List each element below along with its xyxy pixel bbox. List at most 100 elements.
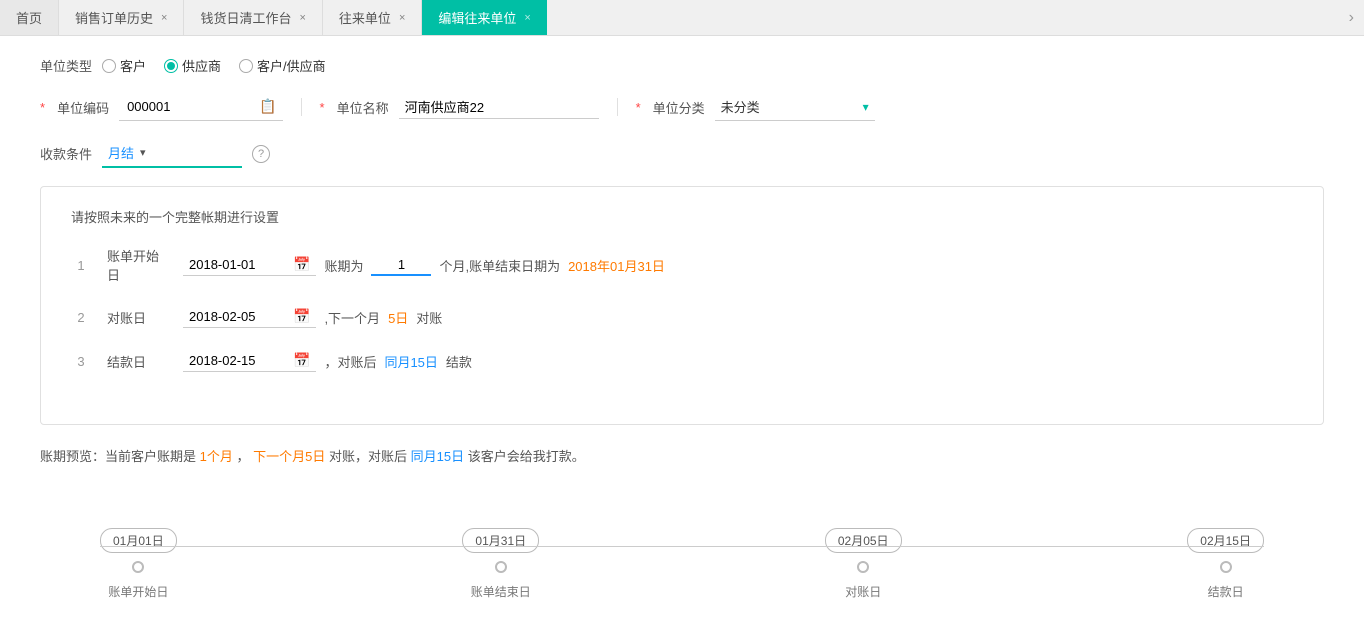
radio-both[interactable]: 客户/供应商 — [239, 56, 326, 75]
payment-suffix-post: 结款 — [446, 352, 472, 371]
tab-cash-work-label: 钱货日清工作台 — [200, 8, 291, 27]
reconcile-date-calendar-icon[interactable]: 📅 — [293, 308, 310, 325]
timeline-label-2: 01月31日 — [462, 528, 539, 553]
tab-home-label: 首页 — [16, 8, 42, 27]
reconcile-day-highlight: 5日 — [388, 308, 408, 327]
radio-both-label: 客户/供应商 — [257, 56, 326, 75]
period-end-date: 2018年01月31日 — [568, 256, 665, 275]
settings-box: 请按照未来的一个完整帐期进行设置 1 账单开始日 📅 账期为 个月,账单结束日期… — [40, 186, 1324, 425]
unit-category-label: 单位分类 — [653, 98, 705, 117]
timeline-point-2: 01月31日 账单结束日 — [462, 528, 539, 600]
row-label-2: 对账日 — [107, 308, 167, 327]
unit-code-required: * — [40, 100, 45, 115]
preview-section: 账期预览：当前客户账期是 1个月 ， 下一个月5日 对账，对账后 同月15日 该… — [40, 445, 1324, 468]
unit-category-value: 未分类 — [721, 97, 855, 116]
radio-customer[interactable]: 客户 — [102, 56, 146, 75]
timeline-sublabel-3: 对账日 — [845, 583, 881, 600]
radio-both-circle — [239, 59, 253, 73]
row-num-2: 2 — [71, 310, 91, 325]
payment-suffix-pre: ，对账后 — [324, 352, 376, 371]
reconcile-date-input[interactable] — [189, 309, 289, 324]
payment-date-input[interactable] — [189, 353, 289, 368]
preview-part1: 1个月 — [200, 449, 233, 464]
timeline-point-4: 02月15日 结款日 — [1187, 528, 1264, 600]
unit-cat-required: * — [636, 100, 641, 115]
divider1 — [301, 98, 302, 116]
timeline-point-3: 02月05日 对账日 — [825, 528, 902, 600]
unit-code-input-wrapper: 📋 — [119, 93, 282, 121]
payment-date-calendar-icon[interactable]: 📅 — [293, 352, 310, 369]
tab-home[interactable]: 首页 — [0, 0, 59, 35]
tab-sales-history[interactable]: 销售订单历史 × — [59, 0, 184, 35]
timeline-label-3: 02月05日 — [825, 528, 902, 553]
payment-arrow-icon: ▾ — [140, 146, 146, 159]
tab-partner-unit[interactable]: 往来单位 × — [323, 0, 422, 35]
unit-type-radio-group: 客户 供应商 客户/供应商 — [102, 56, 326, 75]
period-suffix-label: 账期为 — [324, 256, 363, 275]
timeline-point-1: 01月01日 账单开始日 — [100, 528, 177, 600]
tab-cash-work[interactable]: 钱货日清工作台 × — [184, 0, 322, 35]
reconcile-suffix-pre: ,下一个月 — [324, 308, 380, 327]
setting-row-1: 1 账单开始日 📅 账期为 个月,账单结束日期为 2018年01月31日 — [71, 246, 1293, 284]
tab-sales-history-close[interactable]: × — [161, 12, 167, 24]
row-num-1: 1 — [71, 258, 91, 273]
payment-label: 收款条件 — [40, 144, 92, 163]
row-content-1: 📅 账期为 个月,账单结束日期为 2018年01月31日 — [183, 254, 1293, 276]
period-month-label: 个月,账单结束日期为 — [439, 256, 560, 275]
tab-cash-work-close[interactable]: × — [299, 12, 305, 24]
row-content-3: 📅 ，对账后 同月15日 结款 — [183, 350, 1293, 372]
reconcile-suffix-post: 对账 — [416, 308, 442, 327]
preview-part2: 下一个月5日 — [253, 449, 325, 464]
unit-name-label: 单位名称 — [337, 98, 389, 117]
radio-supplier-label: 供应商 — [182, 56, 221, 75]
payment-row: 收款条件 月结 ▾ ? — [40, 139, 1324, 168]
timeline-dot-3 — [857, 561, 869, 573]
timeline-sublabel-1: 账单开始日 — [108, 583, 168, 600]
setting-row-2: 2 对账日 📅 ,下一个月 5日 对账 — [71, 306, 1293, 328]
reconcile-date-wrapper: 📅 — [183, 306, 316, 328]
payment-select[interactable]: 月结 ▾ — [102, 139, 242, 168]
timeline-points: 01月01日 账单开始日 01月31日 账单结束日 02月05日 对账日 — [100, 528, 1264, 600]
timeline-label-4: 02月15日 — [1187, 528, 1264, 553]
preview-sep1: ， — [237, 449, 250, 464]
unit-type-row: 单位类型 客户 供应商 客户/供应商 — [40, 56, 1324, 75]
start-date-input-wrapper: 📅 — [183, 254, 316, 276]
tabs-scroll-right[interactable]: › — [1339, 0, 1364, 35]
tab-bar: 首页 销售订单历史 × 钱货日清工作台 × 往来单位 × 编辑往来单位 × › — [0, 0, 1364, 36]
period-input[interactable] — [371, 255, 431, 276]
unit-name-required: * — [320, 100, 325, 115]
unit-code-label: 单位编码 — [57, 98, 109, 117]
divider2 — [617, 98, 618, 116]
payment-help-icon[interactable]: ? — [252, 145, 270, 163]
unit-info-row: * 单位编码 📋 * 单位名称 * 单位分类 未分类 ▾ — [40, 93, 1324, 121]
timeline-line — [100, 546, 1264, 547]
tab-edit-partner-close[interactable]: × — [524, 12, 530, 24]
radio-supplier[interactable]: 供应商 — [164, 56, 221, 75]
start-date-calendar-icon[interactable]: 📅 — [293, 256, 310, 273]
unit-name-input[interactable] — [399, 95, 599, 119]
tab-edit-partner-label: 编辑往来单位 — [438, 8, 516, 27]
main-content: 单位类型 客户 供应商 客户/供应商 * 单位编码 📋 * 单位名称 — [0, 36, 1364, 640]
timeline-dot-4 — [1220, 561, 1232, 573]
start-date-input[interactable] — [189, 257, 289, 272]
tab-sales-history-label: 销售订单历史 — [75, 8, 153, 27]
unit-type-label: 单位类型 — [40, 56, 92, 75]
payment-day-highlight: 同月15日 — [384, 352, 437, 371]
payment-value: 月结 — [108, 143, 134, 162]
row-label-1: 账单开始日 — [107, 246, 167, 284]
unit-category-select[interactable]: 未分类 ▾ — [715, 93, 875, 121]
timeline-dot-1 — [132, 561, 144, 573]
unit-code-input[interactable] — [125, 95, 255, 118]
row-content-2: 📅 ,下一个月 5日 对账 — [183, 306, 1293, 328]
tab-partner-unit-label: 往来单位 — [339, 8, 391, 27]
tab-edit-partner[interactable]: 编辑往来单位 × — [422, 0, 546, 35]
timeline-dot-2 — [495, 561, 507, 573]
settings-title: 请按照未来的一个完整帐期进行设置 — [71, 207, 1293, 226]
setting-row-3: 3 结款日 📅 ，对账后 同月15日 结款 — [71, 350, 1293, 372]
unit-code-icon[interactable]: 📋 — [259, 98, 276, 115]
preview-sep2: 对账，对账后 — [329, 449, 407, 464]
tab-partner-unit-close[interactable]: × — [399, 12, 405, 24]
timeline-sublabel-4: 结款日 — [1208, 583, 1244, 600]
preview-prefix: 账期预览：当前客户账期是 — [40, 449, 196, 464]
timeline-label-1: 01月01日 — [100, 528, 177, 553]
